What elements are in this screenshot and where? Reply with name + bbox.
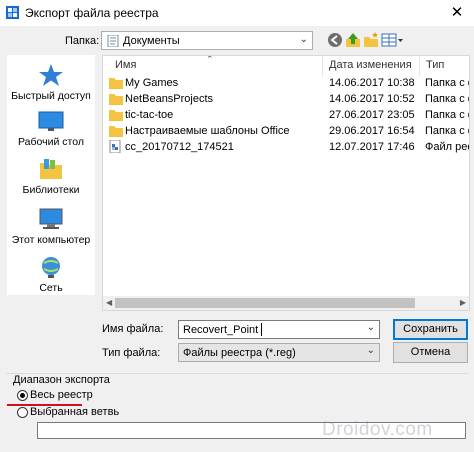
save-button[interactable]: Сохранить bbox=[393, 319, 468, 340]
place-label: Этот компьютер bbox=[11, 234, 91, 246]
file-list[interactable]: Имя ⌃ Дата изменения Тип My Games 14.06.… bbox=[102, 55, 470, 311]
file-date: 14.06.2017 10:52 bbox=[329, 93, 415, 105]
place-desktop[interactable]: Рабочий стол bbox=[7, 111, 95, 148]
filetype-select-value: Файлы реестра (*.reg) bbox=[183, 347, 296, 359]
file-name: tic-tac-toe bbox=[125, 109, 174, 121]
place-this-pc[interactable]: Этот компьютер bbox=[7, 207, 95, 246]
cancel-button[interactable]: Отмена bbox=[393, 342, 468, 363]
file-date: 27.06.2017 23:05 bbox=[329, 109, 415, 121]
sort-up-icon: ⌃ bbox=[206, 55, 214, 64]
folder-icon bbox=[109, 126, 123, 137]
places-bar: Быстрый доступ Рабочий стол Библиотеки Э… bbox=[7, 55, 95, 295]
registry-app-icon bbox=[6, 6, 19, 19]
place-label: Быстрый доступ bbox=[11, 90, 91, 102]
network-icon bbox=[42, 257, 60, 278]
export-range-legend: Диапазон экспорта bbox=[13, 374, 110, 386]
file-type: Папка с ф bbox=[425, 125, 469, 137]
filename-input[interactable]: Recovert_Point ⌄ bbox=[178, 320, 380, 339]
documents-folder-icon bbox=[107, 35, 119, 47]
up-folder-icon[interactable] bbox=[344, 31, 362, 49]
back-icon[interactable] bbox=[326, 31, 344, 49]
scroll-left-icon[interactable]: ◀ bbox=[106, 296, 112, 310]
folder-icon bbox=[109, 78, 123, 89]
place-libraries[interactable]: Библиотеки bbox=[7, 157, 95, 196]
folder-combo-value: Документы bbox=[123, 35, 180, 47]
new-folder-icon[interactable] bbox=[362, 31, 380, 49]
file-name: NetBeansProjects bbox=[125, 93, 214, 105]
file-row[interactable]: NetBeansProjects 14.06.2017 10:52 Папка … bbox=[103, 91, 469, 107]
column-header-date[interactable]: Дата изменения bbox=[323, 56, 420, 76]
column-header-type[interactable]: Тип bbox=[420, 56, 469, 76]
filetype-label: Тип файла: bbox=[102, 347, 161, 359]
file-date: 29.06.2017 16:54 bbox=[329, 125, 415, 137]
folder-icon bbox=[109, 110, 123, 121]
file-row[interactable]: cc_20170712_174521 12.07.2017 17:46 Файл… bbox=[103, 139, 469, 155]
horizontal-scrollbar[interactable]: ◀ ▶ bbox=[103, 296, 469, 310]
window-title: Экспорт файла реестра bbox=[25, 6, 159, 20]
watermark: Droidov.com bbox=[322, 419, 433, 440]
star-icon bbox=[39, 64, 63, 86]
scroll-right-icon[interactable]: ▶ bbox=[460, 296, 466, 310]
file-name: cc_20170712_174521 bbox=[125, 141, 234, 153]
place-label: Рабочий стол bbox=[18, 136, 84, 148]
desktop-icon bbox=[38, 111, 64, 131]
file-type: Папка с ф bbox=[425, 93, 469, 105]
folder-label: Папка: bbox=[65, 35, 100, 47]
library-icon bbox=[40, 159, 62, 179]
text-caret bbox=[261, 323, 262, 336]
file-row[interactable]: My Games 14.06.2017 10:38 Папка с ф bbox=[103, 75, 469, 91]
chevron-down-icon: ⌄ bbox=[299, 34, 308, 45]
place-quick-access[interactable]: Быстрый доступ bbox=[7, 63, 95, 102]
scrollbar-thumb[interactable] bbox=[115, 298, 415, 308]
place-label: Библиотеки bbox=[22, 184, 80, 196]
title-bar: Экспорт файла реестра ✕ bbox=[0, 0, 474, 26]
file-row[interactable]: Настраиваемые шаблоны Office 29.06.2017 … bbox=[103, 123, 469, 139]
file-date: 12.07.2017 17:46 bbox=[329, 141, 415, 153]
filename-label: Имя файла: bbox=[102, 323, 164, 335]
file-name: My Games bbox=[125, 77, 179, 89]
filename-input-value: Recovert_Point bbox=[183, 324, 259, 336]
radio-selected-branch[interactable] bbox=[17, 407, 28, 418]
close-button[interactable]: ✕ bbox=[440, 0, 474, 26]
radio-selected-branch-label[interactable]: Выбранная ветвь bbox=[30, 406, 119, 418]
place-label: Сеть bbox=[39, 282, 63, 294]
radio-whole-registry-label[interactable]: Весь реестр bbox=[30, 389, 93, 401]
file-row[interactable]: tic-tac-toe 27.06.2017 23:05 Папка с ф bbox=[103, 107, 469, 123]
file-type: Папка с ф bbox=[425, 109, 469, 121]
file-date: 14.06.2017 10:38 bbox=[329, 77, 415, 89]
radio-whole-registry[interactable] bbox=[17, 390, 28, 401]
folder-icon bbox=[109, 94, 123, 105]
folder-combo[interactable]: Документы ⌄ bbox=[101, 31, 313, 50]
reg-file-icon bbox=[109, 140, 121, 153]
computer-icon bbox=[39, 208, 63, 229]
place-network[interactable]: Сеть bbox=[7, 255, 95, 294]
chevron-down-icon: ⌄ bbox=[366, 345, 375, 356]
file-type: Файл реес bbox=[425, 141, 469, 153]
file-type: Папка с ф bbox=[425, 77, 469, 89]
chevron-down-icon[interactable]: ⌄ bbox=[367, 322, 375, 333]
column-header-name[interactable]: Имя ⌃ bbox=[103, 56, 323, 76]
file-name: Настраиваемые шаблоны Office bbox=[125, 125, 290, 137]
filetype-select[interactable]: Файлы реестра (*.reg) ⌄ bbox=[178, 343, 380, 362]
view-menu-icon[interactable] bbox=[380, 31, 404, 49]
